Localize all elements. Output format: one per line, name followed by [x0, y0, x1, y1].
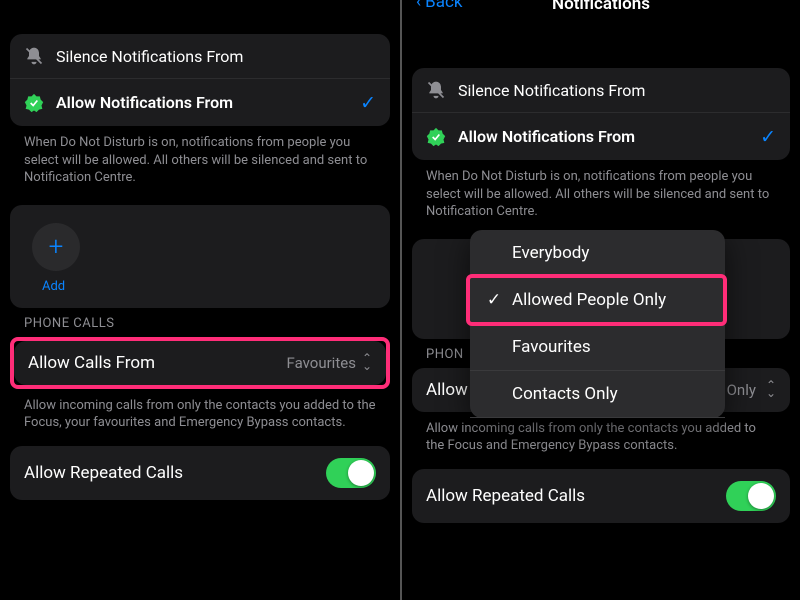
popup-opt4-label: Contacts Only	[512, 384, 709, 404]
plus-icon: +	[49, 234, 64, 260]
phone-calls-header: PHONE CALLS	[10, 308, 390, 337]
bell-slash-icon	[426, 80, 446, 100]
silence-label-r: Silence Notifications From	[458, 81, 776, 100]
checkmark-seal-icon	[426, 127, 446, 147]
repeated-calls-toggle[interactable]	[326, 458, 376, 488]
toggle-knob	[748, 483, 774, 509]
silence-label: Silence Notifications From	[56, 47, 376, 66]
add-person-button[interactable]: +	[32, 223, 80, 271]
add-people-card: + Add	[10, 205, 390, 308]
notifications-mode-card-r: Silence Notifications From Allow Notific…	[412, 68, 790, 160]
people-explainer: When Do Not Disturb is on, notifications…	[10, 126, 390, 201]
allow-calls-value-wrap: Favourites ⌃⌄	[287, 354, 372, 372]
repeated-calls-label: Allow Repeated Calls	[24, 463, 183, 483]
calls-explainer-r: Allow incoming calls from only the conta…	[412, 412, 790, 469]
repeated-calls-toggle-r[interactable]	[726, 481, 776, 511]
allow-label: Allow Notifications From	[56, 93, 348, 112]
allow-calls-label: Allow Calls From	[28, 353, 155, 373]
checkmark-seal-icon	[24, 93, 44, 113]
popup-tick-icon: ✓	[486, 290, 502, 310]
selected-check-icon: ✓	[760, 125, 776, 148]
popup-opt1-label: Everybody	[512, 243, 709, 263]
popup-opt3-label: Favourites	[512, 337, 709, 357]
allow-calls-card: Allow Calls From Favourites ⌃⌄	[14, 341, 386, 385]
nav-back-label: Back	[425, 0, 462, 12]
left-pane: Silence Notifications From Allow Notific…	[0, 0, 400, 600]
bell-slash-icon	[24, 46, 44, 66]
silence-notifications-row[interactable]: Silence Notifications From	[10, 34, 390, 78]
allow-notifications-row-r[interactable]: Allow Notifications From ✓	[412, 112, 790, 160]
calls-explainer: Allow incoming calls from only the conta…	[10, 389, 390, 446]
allow-notifications-row[interactable]: Allow Notifications From ✓	[10, 78, 390, 126]
popup-option-everybody[interactable]: Everybody	[470, 230, 725, 277]
chevron-left-icon: ‹	[416, 0, 421, 12]
allow-repeated-calls-row-r[interactable]: Allow Repeated Calls	[412, 469, 790, 523]
up-down-chevron-icon: ⌃⌄	[362, 355, 372, 369]
silence-notifications-row-r[interactable]: Silence Notifications From	[412, 68, 790, 112]
popup-opt2-label: Allowed People Only	[512, 290, 709, 310]
toggle-knob	[348, 460, 374, 486]
right-pane: ‹ Back Notifications Silence Notificatio…	[400, 0, 800, 600]
allow-calls-highlight: Allow Calls From Favourites ⌃⌄	[10, 337, 390, 389]
popup-option-favourites[interactable]: Favourites	[470, 324, 725, 371]
nav-back-button[interactable]: ‹ Back	[416, 0, 462, 12]
add-label: Add	[42, 279, 376, 294]
repeated-calls-card: Allow Repeated Calls	[10, 446, 390, 500]
popup-option-contacts-only[interactable]: Contacts Only	[470, 371, 725, 418]
allow-calls-value: Favourites	[287, 354, 356, 372]
nav-bar: ‹ Back Notifications	[412, 0, 790, 20]
repeated-calls-card-r: Allow Repeated Calls	[412, 469, 790, 523]
repeated-calls-label-r: Allow Repeated Calls	[426, 486, 585, 506]
popup-option-allowed-people[interactable]: ✓ Allowed People Only	[470, 277, 725, 324]
allow-calls-popup: Everybody ✓ Allowed People Only Favourit…	[470, 230, 725, 418]
allow-repeated-calls-row[interactable]: Allow Repeated Calls	[10, 446, 390, 500]
nav-title: Notifications	[552, 0, 650, 14]
people-explainer-r: When Do Not Disturb is on, notifications…	[412, 160, 790, 235]
up-down-chevron-icon: ⌃⌄	[766, 382, 776, 396]
notifications-mode-card: Silence Notifications From Allow Notific…	[10, 34, 390, 126]
allow-calls-from-row[interactable]: Allow Calls From Favourites ⌃⌄	[14, 341, 386, 385]
selected-check-icon: ✓	[360, 91, 376, 114]
allow-label-r: Allow Notifications From	[458, 127, 748, 146]
